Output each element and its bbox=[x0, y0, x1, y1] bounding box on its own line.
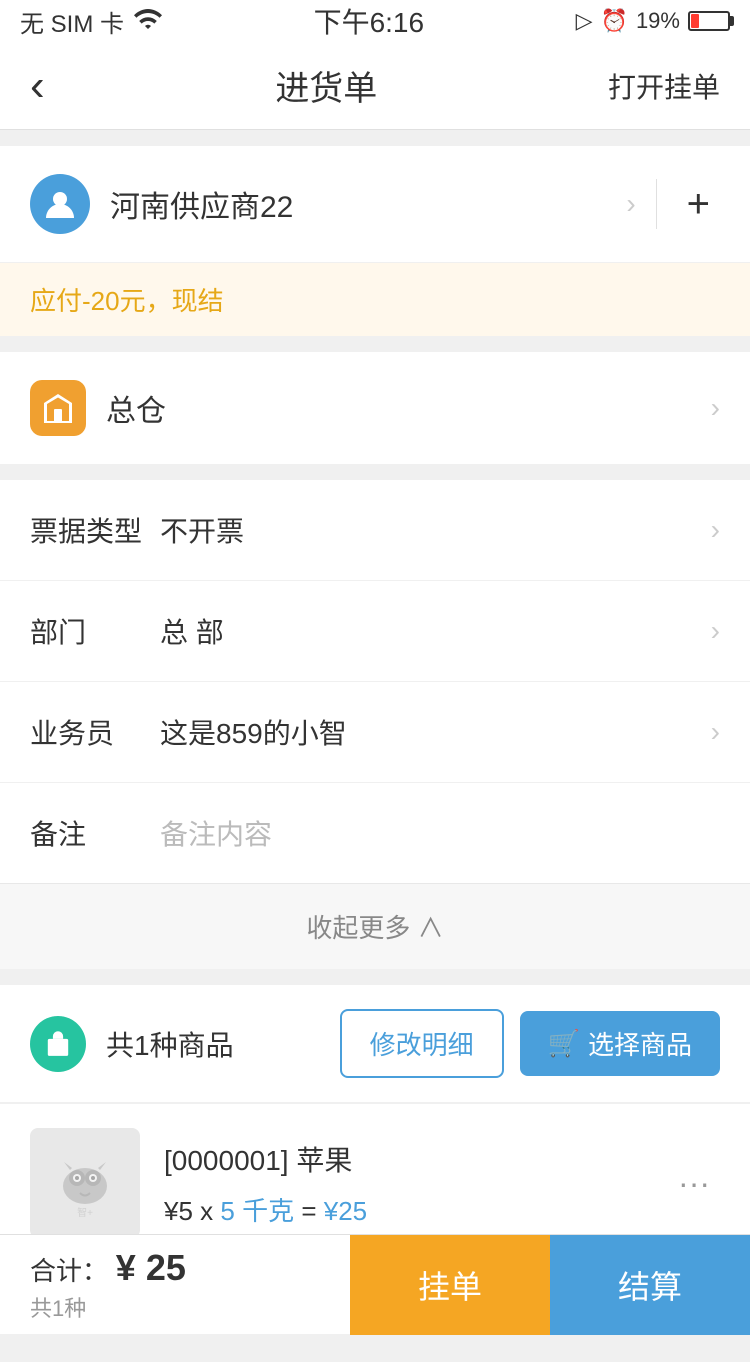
product-thumbnail: 智+ bbox=[30, 1128, 140, 1238]
price-multiply: x bbox=[200, 1196, 220, 1226]
total-label: 合计： bbox=[30, 1256, 108, 1286]
total-value: ¥25 bbox=[324, 1196, 367, 1226]
collapse-button[interactable]: 收起更多 ∧ bbox=[0, 883, 750, 969]
product-price: ¥5 x 5 千克 = ¥25 bbox=[164, 1191, 668, 1228]
battery-icon bbox=[688, 11, 730, 31]
staff-row[interactable]: 业务员 这是859的小智 › bbox=[0, 682, 750, 783]
status-bar: 无 SIM 卡 下午6:16 ▷ ⏰ 19% bbox=[0, 0, 750, 42]
location-icon: ▷ bbox=[576, 8, 593, 34]
dept-value: 总 部 bbox=[160, 611, 711, 651]
edit-detail-button[interactable]: 修改明细 bbox=[340, 1009, 504, 1078]
warehouse-row[interactable]: 总仓 › bbox=[0, 352, 750, 464]
supplier-row[interactable]: 河南供应商22 › + bbox=[0, 146, 750, 263]
alarm-icon: ⏰ bbox=[601, 8, 628, 34]
products-icon bbox=[30, 1016, 86, 1072]
product-info: [0000001] 苹果 ¥5 x 5 千克 = ¥25 bbox=[164, 1139, 668, 1228]
products-header: 共1种商品 修改明细 🛒 选择商品 bbox=[0, 985, 750, 1103]
warehouse-section: 总仓 › bbox=[0, 352, 750, 464]
staff-chevron-icon: › bbox=[711, 716, 720, 748]
wifi-icon bbox=[134, 7, 162, 36]
suspend-button[interactable]: 挂单 bbox=[350, 1235, 550, 1335]
nav-bar: ‹ 进货单 打开挂单 bbox=[0, 42, 750, 130]
main-content: 河南供应商22 › + 应付-20元，现结 总仓 › 票据类型 不开票 › bbox=[0, 146, 750, 1362]
quantity-value: 5 bbox=[220, 1196, 234, 1226]
product-name: [0000001] 苹果 bbox=[164, 1139, 668, 1179]
total-amount: ¥ 25 bbox=[116, 1247, 186, 1288]
divider bbox=[656, 179, 657, 229]
supplier-name: 河南供应商22 bbox=[110, 182, 626, 226]
invoice-chevron-icon: › bbox=[711, 514, 720, 546]
supplier-avatar bbox=[30, 174, 90, 234]
supplier-section: 河南供应商22 › + 应付-20元，现结 bbox=[0, 146, 750, 336]
warehouse-chevron-icon: › bbox=[711, 392, 720, 424]
dept-chevron-icon: › bbox=[711, 615, 720, 647]
cart-icon: 🛒 bbox=[548, 1028, 580, 1059]
price-value: ¥5 bbox=[164, 1196, 193, 1226]
page-title: 进货单 bbox=[275, 61, 377, 110]
status-left: 无 SIM 卡 bbox=[20, 4, 162, 39]
price-equals: = bbox=[301, 1196, 323, 1226]
total-area: 合计： ¥ 25 共1种 bbox=[0, 1247, 350, 1323]
supplier-notice: 应付-20元，现结 bbox=[0, 263, 750, 336]
form-section: 票据类型 不开票 › 部门 总 部 › 业务员 这是859的小智 › 备注 备注… bbox=[0, 480, 750, 883]
status-right: ▷ ⏰ 19% bbox=[576, 8, 730, 34]
dept-row[interactable]: 部门 总 部 › bbox=[0, 581, 750, 682]
warehouse-name: 总仓 bbox=[106, 386, 711, 430]
battery-percent: 19% bbox=[636, 8, 680, 34]
total-count: 共1种 bbox=[30, 1291, 320, 1323]
svg-text:智+: 智+ bbox=[77, 1206, 93, 1218]
staff-label: 业务员 bbox=[30, 712, 160, 752]
checkout-button[interactable]: 结算 bbox=[550, 1235, 750, 1335]
select-product-button[interactable]: 🛒 选择商品 bbox=[520, 1011, 720, 1076]
product-menu-button[interactable]: ··· bbox=[668, 1155, 720, 1212]
product-code: [0000001] bbox=[164, 1145, 289, 1176]
dept-label: 部门 bbox=[30, 611, 160, 651]
bottom-bar: 合计： ¥ 25 共1种 挂单 结算 bbox=[0, 1234, 750, 1334]
invoice-value: 不开票 bbox=[160, 510, 711, 550]
invoice-label: 票据类型 bbox=[30, 510, 160, 550]
warehouse-icon bbox=[30, 380, 86, 436]
remark-label: 备注 bbox=[30, 813, 160, 853]
carrier-text: 无 SIM 卡 bbox=[20, 4, 124, 39]
status-time: 下午6:16 bbox=[314, 1, 425, 41]
supplier-chevron-icon: › bbox=[626, 188, 635, 220]
back-button[interactable]: ‹ bbox=[30, 61, 45, 111]
remark-row[interactable]: 备注 备注内容 bbox=[0, 783, 750, 883]
staff-value: 这是859的小智 bbox=[160, 712, 711, 752]
product-title: 苹果 bbox=[296, 1145, 352, 1176]
open-pending-button[interactable]: 打开挂单 bbox=[608, 66, 720, 106]
invoice-row[interactable]: 票据类型 不开票 › bbox=[0, 480, 750, 581]
remark-input[interactable]: 备注内容 bbox=[160, 813, 720, 853]
products-count: 共1种商品 bbox=[106, 1024, 340, 1064]
add-supplier-button[interactable]: + bbox=[677, 182, 720, 227]
unit-value: 千克 bbox=[242, 1196, 294, 1226]
